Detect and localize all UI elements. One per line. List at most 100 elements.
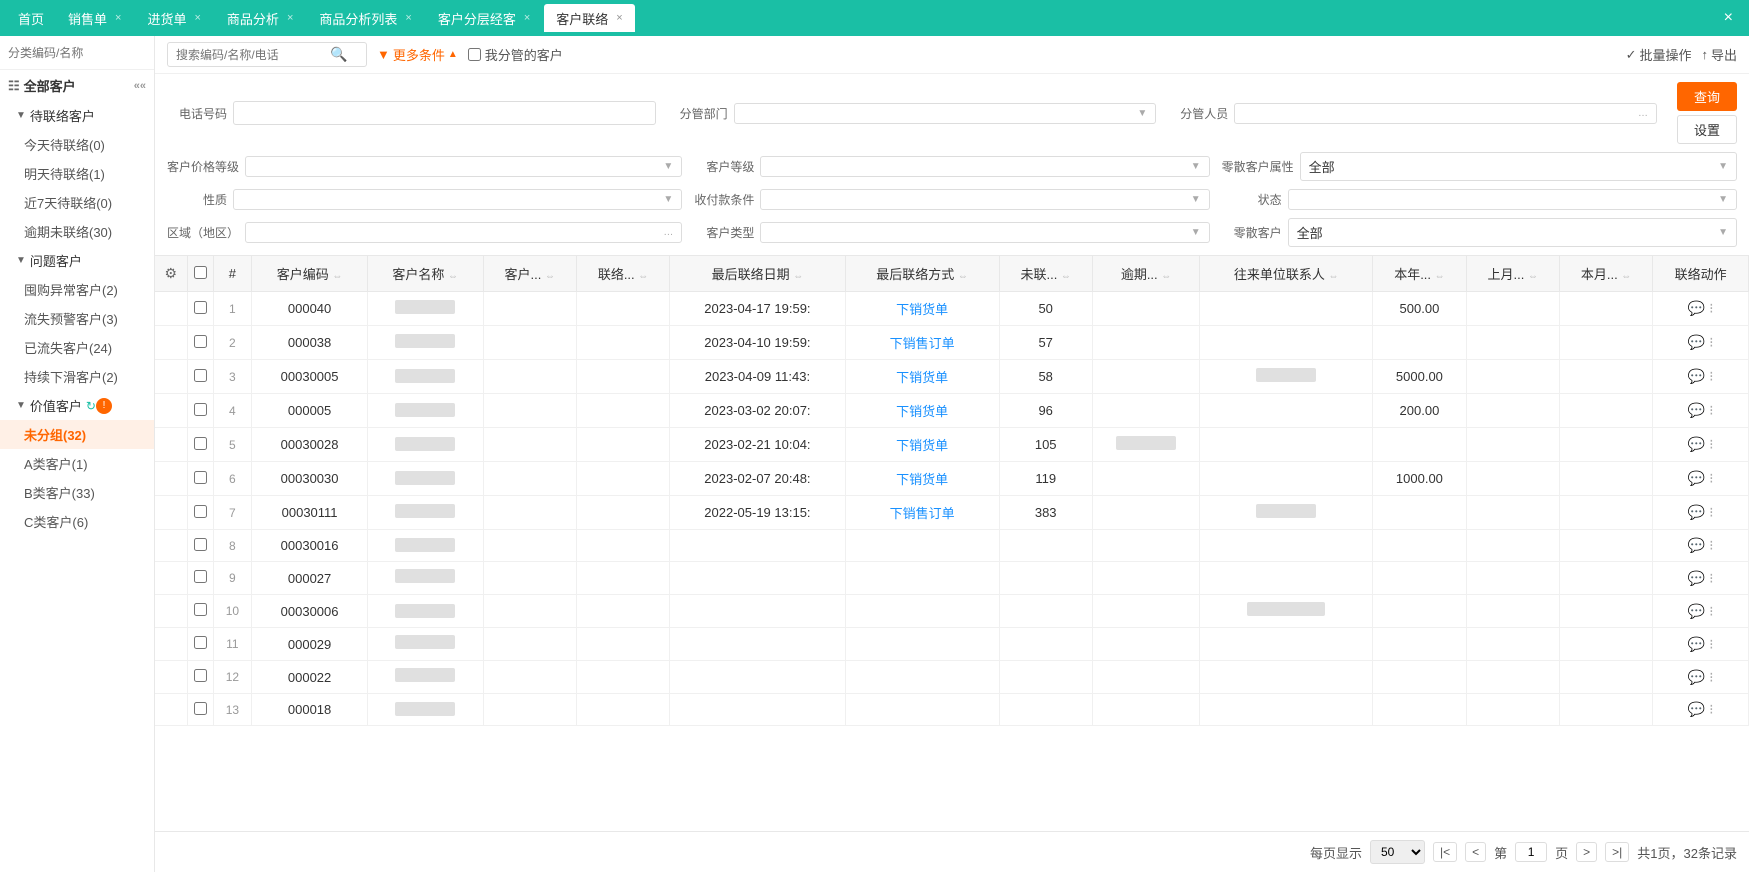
customer-type-select[interactable]: ▼ xyxy=(760,222,1209,243)
sidebar-item-hoard[interactable]: 囤购异常客户(2) xyxy=(0,275,154,304)
select-all-checkbox[interactable] xyxy=(194,266,207,279)
sidebar-group-problem[interactable]: ▼ 问题客户 xyxy=(0,246,154,275)
table-cell[interactable] xyxy=(845,530,999,562)
sidebar-item-7days[interactable]: 近7天待联络(0) xyxy=(0,188,154,217)
row-checkbox-cell[interactable] xyxy=(187,562,213,595)
sidebar-group-pending[interactable]: ▼ 待联络客户 xyxy=(0,101,154,130)
customer-level-select[interactable]: ▼ xyxy=(760,156,1209,177)
close-contact-tab[interactable]: × xyxy=(616,12,622,24)
close-purchase-tab[interactable]: × xyxy=(194,12,200,24)
grid-action-icon[interactable]: ⁝ xyxy=(1709,300,1713,317)
row-checkbox-cell[interactable] xyxy=(187,462,213,496)
grid-action-icon[interactable]: ⁝ xyxy=(1709,603,1713,620)
row-checkbox[interactable] xyxy=(194,702,207,715)
chat-icon[interactable]: 💬 xyxy=(1688,334,1705,351)
payment-select[interactable]: ▼ xyxy=(760,189,1209,210)
sidebar-item-churn-warning[interactable]: 流失预警客户(3) xyxy=(0,304,154,333)
phone-input[interactable] xyxy=(233,101,656,125)
row-checkbox[interactable] xyxy=(194,505,207,518)
chat-icon[interactable]: 💬 xyxy=(1688,470,1705,487)
reset-button[interactable]: 设置 xyxy=(1677,115,1737,144)
chat-icon[interactable]: 💬 xyxy=(1688,537,1705,554)
th-last-date[interactable]: 最后联络日期 ⇔ xyxy=(670,256,845,292)
th-name[interactable]: 客户名称 ⇔ xyxy=(367,256,483,292)
link-cell[interactable]: 下销货单 xyxy=(896,404,948,419)
next-page-btn[interactable]: > xyxy=(1576,842,1597,862)
th-partner[interactable]: 往来单位联系人 ⇔ xyxy=(1200,256,1373,292)
row-checkbox-cell[interactable] xyxy=(187,530,213,562)
chat-icon[interactable]: 💬 xyxy=(1688,436,1705,453)
first-page-btn[interactable]: |< xyxy=(1433,842,1457,862)
row-checkbox-cell[interactable] xyxy=(187,428,213,462)
chat-icon[interactable]: 💬 xyxy=(1688,669,1705,686)
row-checkbox[interactable] xyxy=(194,369,207,382)
row-checkbox[interactable] xyxy=(194,437,207,450)
main-search-input[interactable] xyxy=(176,48,326,62)
gender-select[interactable]: ▼ xyxy=(233,189,682,210)
table-cell[interactable]: 下销售订单 xyxy=(845,496,999,530)
sidebar-item-today[interactable]: 今天待联络(0) xyxy=(0,130,154,159)
zero-customer-select[interactable]: 全部 ▼ xyxy=(1288,218,1737,247)
grid-action-icon[interactable]: ⁝ xyxy=(1709,570,1713,587)
table-cell[interactable]: 下销货单 xyxy=(845,394,999,428)
grid-action-icon[interactable]: ⁝ xyxy=(1709,402,1713,419)
nav-tab-purchase[interactable]: 进货单 × xyxy=(135,4,212,32)
close-analysis-list-tab[interactable]: × xyxy=(405,12,411,24)
sidebar-group-value[interactable]: ▼ 价值客户 ↻ ! xyxy=(0,391,154,420)
price-level-select[interactable]: ▼ xyxy=(245,156,682,177)
last-page-btn[interactable]: >| xyxy=(1605,842,1629,862)
link-cell[interactable]: 下销货单 xyxy=(896,302,948,317)
nav-tab-customer-segment[interactable]: 客户分层经客 × xyxy=(426,4,542,32)
person-select[interactable]: … xyxy=(1234,103,1657,124)
page-number-input[interactable] xyxy=(1515,842,1547,862)
chat-icon[interactable]: 💬 xyxy=(1688,504,1705,521)
per-page-select[interactable]: 50 100 200 xyxy=(1370,840,1425,864)
table-cell[interactable] xyxy=(845,628,999,661)
batch-op-btn[interactable]: ✓ 批量操作 xyxy=(1626,45,1692,64)
refresh-icon[interactable]: ↻ xyxy=(86,399,96,413)
th-contact[interactable]: 联络... ⇔ xyxy=(576,256,669,292)
th-type[interactable]: 客户... ⇔ xyxy=(483,256,576,292)
close-analysis-tab[interactable]: × xyxy=(287,12,293,24)
region-select[interactable]: … xyxy=(245,222,682,243)
th-this-year[interactable]: 本年... ⇔ xyxy=(1373,256,1466,292)
th-this-month[interactable]: 本月... ⇔ xyxy=(1559,256,1652,292)
row-checkbox-cell[interactable] xyxy=(187,694,213,726)
nav-tab-analysis[interactable]: 商品分析 × xyxy=(215,4,305,32)
row-checkbox[interactable] xyxy=(194,603,207,616)
row-checkbox[interactable] xyxy=(194,636,207,649)
my-customer-checkbox-input[interactable] xyxy=(468,48,481,61)
th-settings[interactable]: ⚙ xyxy=(155,256,187,292)
table-cell[interactable] xyxy=(845,595,999,628)
chat-icon[interactable]: 💬 xyxy=(1688,300,1705,317)
sidebar-item-class-c[interactable]: C类客户(6) xyxy=(0,507,154,536)
row-checkbox[interactable] xyxy=(194,570,207,583)
row-checkbox-cell[interactable] xyxy=(187,292,213,326)
prev-page-btn[interactable]: < xyxy=(1465,842,1486,862)
table-cell[interactable] xyxy=(845,661,999,694)
all-customers-header[interactable]: ☷ 全部客户 «« xyxy=(0,70,154,101)
export-btn[interactable]: ↑ 导出 xyxy=(1701,45,1737,64)
grid-action-icon[interactable]: ⁝ xyxy=(1709,368,1713,385)
link-cell[interactable]: 下销售订单 xyxy=(890,506,955,521)
grid-action-icon[interactable]: ⁝ xyxy=(1709,636,1713,653)
row-checkbox[interactable] xyxy=(194,471,207,484)
my-customer-checkbox[interactable]: 我分管的客户 xyxy=(468,45,563,64)
grid-action-icon[interactable]: ⁝ xyxy=(1709,537,1713,554)
chat-icon[interactable]: 💬 xyxy=(1688,701,1705,718)
chat-icon[interactable]: 💬 xyxy=(1688,402,1705,419)
dept-select[interactable]: ▼ xyxy=(734,103,1157,124)
grid-action-icon[interactable]: ⁝ xyxy=(1709,436,1713,453)
nav-tab-sales[interactable]: 销售单 × xyxy=(56,4,133,32)
row-checkbox-cell[interactable] xyxy=(187,628,213,661)
link-cell[interactable]: 下销售订单 xyxy=(890,336,955,351)
row-checkbox-cell[interactable] xyxy=(187,394,213,428)
table-cell[interactable] xyxy=(845,694,999,726)
row-checkbox[interactable] xyxy=(194,301,207,314)
table-cell[interactable]: 下销货单 xyxy=(845,360,999,394)
row-checkbox[interactable] xyxy=(194,335,207,348)
more-conditions-btn[interactable]: ▼ 更多条件 ▲ xyxy=(377,45,458,64)
chat-icon[interactable]: 💬 xyxy=(1688,636,1705,653)
sidebar-item-churned[interactable]: 已流失客户(24) xyxy=(0,333,154,362)
sidebar-item-overdue[interactable]: 逾期未联络(30) xyxy=(0,217,154,246)
